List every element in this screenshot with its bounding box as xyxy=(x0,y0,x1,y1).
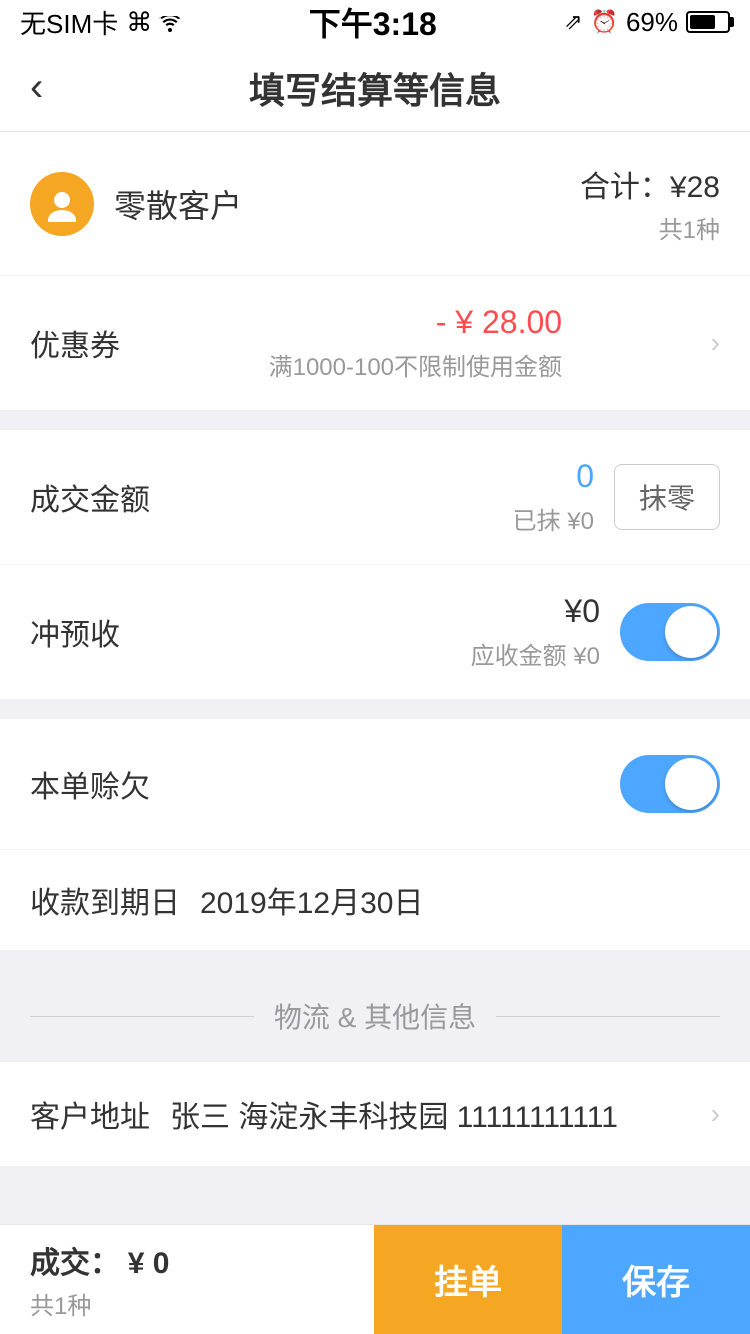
transaction-section: 成交金额 0 已抹 ¥0 抹零 冲预收 ¥0 应收金额 ¥0 xyxy=(0,430,750,699)
customer-left: 零散客户 xyxy=(30,172,242,236)
amount-sub-text: 已抹 ¥0 xyxy=(513,501,594,536)
header-line-left xyxy=(30,1016,254,1017)
address-label: 客户地址 xyxy=(30,1092,150,1136)
coupon-row[interactable]: 优惠券 - ¥ 28.00 满1000-100不限制使用金额 › xyxy=(0,275,750,410)
prepay-sub-text: 应收金额 ¥0 xyxy=(471,636,600,671)
no-sim-text: 无SIM卡 xyxy=(20,4,118,41)
address-chevron-icon: › xyxy=(711,1098,720,1130)
duedate-row: 收款到期日 2019年12月30日 xyxy=(0,849,750,950)
customer-row: 零散客户 合计：¥28 共1种 xyxy=(0,132,750,275)
logistics-title: 物流 & 其他信息 xyxy=(274,996,476,1036)
address-section: 客户地址 张三 海淀永丰科技园 11111111111 › xyxy=(0,1062,750,1166)
logistics-section-header: 物流 & 其他信息 xyxy=(0,970,750,1062)
total-count: 共1种 xyxy=(580,210,720,245)
customer-name: 零散客户 xyxy=(114,181,242,227)
address-row[interactable]: 客户地址 张三 海淀永丰科技园 11111111111 › xyxy=(0,1062,750,1166)
credit-row: 本单赊欠 xyxy=(0,719,750,849)
bottom-summary-count: 共1种 xyxy=(30,1286,344,1321)
credit-toggle[interactable] xyxy=(620,755,720,813)
prepay-toggle[interactable] xyxy=(620,603,720,661)
address-value: 张三 海淀永丰科技园 11111111111 xyxy=(170,1092,711,1136)
bottom-bar: 成交： ¥ 0 共1种 挂单 保存 xyxy=(0,1224,750,1334)
amount-value[interactable]: 0 xyxy=(513,458,594,495)
content-area: 零散客户 合计：¥28 共1种 优惠券 - ¥ 28.00 满1000-100不… xyxy=(0,132,750,1306)
status-right: ⇗ ⏰ 69% xyxy=(564,7,730,38)
coupon-description: 满1000-100不限制使用金额 xyxy=(269,347,562,382)
status-left: 无SIM卡 ⌘ xyxy=(20,4,181,41)
prepay-row: 冲预收 ¥0 应收金额 ¥0 xyxy=(0,565,750,699)
back-button[interactable]: ‹ xyxy=(30,65,43,110)
duedate-label: 收款到期日 xyxy=(30,878,180,922)
toggle-knob xyxy=(665,606,717,658)
nav-bar: ‹ 填写结算等信息 xyxy=(0,44,750,132)
bottom-summary: 成交： ¥ 0 共1种 xyxy=(0,1238,374,1321)
chevron-right-icon: › xyxy=(711,327,720,359)
bottom-summary-label: 成交： xyxy=(30,1247,120,1280)
hold-button[interactable]: 挂单 xyxy=(374,1225,562,1334)
coupon-discount: - ¥ 28.00 xyxy=(269,304,562,341)
prepay-right: ¥0 应收金额 ¥0 xyxy=(471,593,720,671)
amount-right: 0 已抹 ¥0 抹零 xyxy=(513,458,720,536)
bottom-summary-value: ¥ 0 xyxy=(128,1247,170,1280)
round-button[interactable]: 抹零 xyxy=(614,464,720,530)
location-icon: ⇗ xyxy=(564,9,582,35)
prepay-label: 冲预收 xyxy=(30,610,120,654)
credit-toggle-knob xyxy=(665,758,717,810)
bottom-summary-top: 成交： ¥ 0 xyxy=(30,1238,344,1282)
battery-percent: 69% xyxy=(626,7,678,38)
status-time: 下午3:18 xyxy=(309,0,437,45)
credit-label: 本单赊欠 xyxy=(30,762,150,806)
prepay-value: ¥0 xyxy=(471,593,600,630)
amount-row: 成交金额 0 已抹 ¥0 抹零 xyxy=(0,430,750,565)
customer-avatar xyxy=(30,172,94,236)
customer-section: 零散客户 合计：¥28 共1种 优惠券 - ¥ 28.00 满1000-100不… xyxy=(0,132,750,410)
battery-icon xyxy=(686,11,730,33)
page-title: 填写结算等信息 xyxy=(249,62,501,114)
customer-right: 合计：¥28 共1种 xyxy=(580,162,720,245)
duedate-value: 2019年12月30日 xyxy=(200,878,423,922)
status-bar: 无SIM卡 ⌘ 下午3:18 ⇗ ⏰ 69% xyxy=(0,0,750,44)
save-button[interactable]: 保存 xyxy=(562,1225,750,1334)
header-line-right xyxy=(496,1016,720,1017)
credit-section: 本单赊欠 收款到期日 2019年12月30日 xyxy=(0,719,750,950)
amount-label: 成交金额 xyxy=(30,475,150,519)
alarm-icon: ⏰ xyxy=(591,9,618,35)
coupon-right: - ¥ 28.00 满1000-100不限制使用金额 xyxy=(269,304,562,382)
wifi-icon: ⌘ xyxy=(126,7,181,38)
total-amount: 合计：¥28 xyxy=(580,162,720,206)
coupon-label: 优惠券 xyxy=(30,321,120,365)
